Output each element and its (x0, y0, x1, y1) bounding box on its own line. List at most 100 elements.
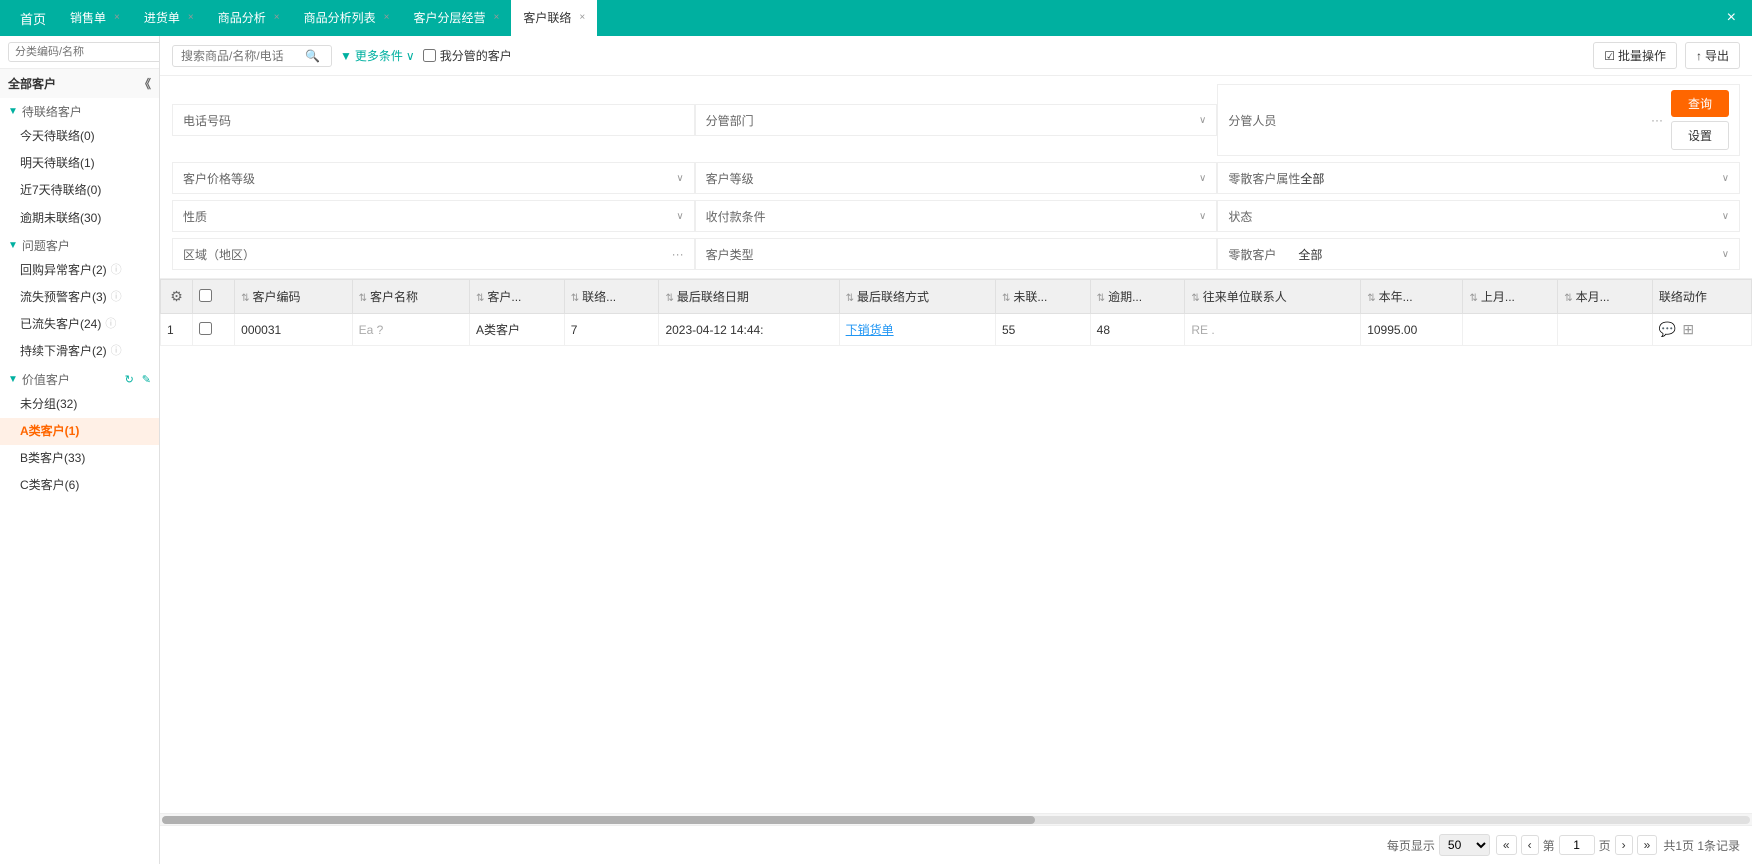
th-last-month[interactable]: ⇅上月... (1463, 280, 1558, 314)
more-icon-region[interactable]: ··· (672, 247, 684, 261)
sidebar-group-value-label: 价值客户 (22, 371, 70, 388)
filter-label-phone: 电话号码 (183, 112, 253, 129)
prev-page-button[interactable]: ‹ (1521, 835, 1539, 855)
data-table: ⚙ ⇅客户编码 ⇅客户名称 ⇅客户... (160, 279, 1752, 346)
sidebar-item-ungroup[interactable]: 未分组(32) (0, 391, 159, 418)
settings-gear-icon[interactable]: ⚙ (170, 288, 183, 304)
nav-tab-sales[interactable]: 销售单 × (58, 0, 132, 36)
row-checkbox[interactable] (199, 322, 212, 335)
page-input[interactable] (1559, 835, 1595, 855)
batch-op-button[interactable]: ☑ 批量操作 (1593, 42, 1677, 69)
export-button[interactable]: ↑ 导出 (1685, 42, 1740, 69)
filter-more-button[interactable]: ▼ 更多条件 ∨ (340, 47, 415, 64)
tab-close-customer-contact[interactable]: × (579, 0, 585, 36)
th-name[interactable]: ⇅客户名称 (352, 280, 469, 314)
info-icon-abnormal: ⓘ (111, 262, 122, 280)
sidebar-search-input[interactable] (8, 42, 160, 62)
sidebar-item-abnormal[interactable]: 回购异常客户(2) ⓘ (0, 257, 159, 284)
th-last-method[interactable]: ⇅最后联络方式 (839, 280, 995, 314)
chevron-down-icon-scattered: ∨ (1722, 249, 1729, 260)
sidebar-collapse-icon[interactable]: 《 (139, 75, 151, 92)
th-this-year[interactable]: ⇅本年... (1361, 280, 1463, 314)
filter-cell-dept[interactable]: 分管部门 ∨ (695, 104, 1218, 136)
th-settings[interactable]: ⚙ (161, 280, 193, 314)
sidebar-item-c-class[interactable]: C类客户(6) (0, 472, 159, 499)
td-unit-contact: RE . (1185, 314, 1361, 346)
sidebar-group-value-triangle: ▼ (8, 374, 18, 385)
tab-close-purchase[interactable]: × (188, 0, 194, 36)
th-this-month[interactable]: ⇅本月... (1558, 280, 1653, 314)
select-all-checkbox[interactable] (199, 289, 212, 302)
next-page-button[interactable]: › (1615, 835, 1633, 855)
td-overdue: 48 (1090, 314, 1185, 346)
last-page-button[interactable]: » (1637, 835, 1658, 855)
filter-cell-scattered[interactable]: 零散客户 全部 ∨ (1217, 238, 1740, 270)
filter-cell-customer-level[interactable]: 客户等级 ∨ (695, 162, 1218, 194)
filter-search-input[interactable] (181, 49, 301, 63)
sidebar-item-today[interactable]: 今天待联络(0) (0, 123, 159, 150)
sidebar-group-problem: ▼ 问题客户 (0, 232, 159, 257)
chevron-down-icon-dept: ∨ (1199, 115, 1206, 126)
nav-tab-customer-segment[interactable]: 客户分层经营 × (401, 0, 511, 36)
filter-cell-payment[interactable]: 收付款条件 ∨ (695, 200, 1218, 232)
more-icon-manager[interactable]: ··· (1651, 113, 1663, 127)
sidebar-item-declining[interactable]: 持续下滑客户(2) ⓘ (0, 338, 159, 365)
th-not-contacted[interactable]: ⇅未联... (995, 280, 1090, 314)
th-overdue[interactable]: ⇅逾期... (1090, 280, 1185, 314)
tab-close-customer-segment[interactable]: × (493, 0, 499, 36)
nav-tab-analysis-list[interactable]: 商品分析列表 × (292, 0, 402, 36)
th-code[interactable]: ⇅客户编码 (235, 280, 352, 314)
sidebar-search-area: 🔍 (0, 36, 159, 69)
info-icon-lost: ⓘ (105, 316, 116, 334)
nav-tab-analysis[interactable]: 商品分析 × (206, 0, 292, 36)
sidebar-item-b-class[interactable]: B类客户(33) (0, 445, 159, 472)
sidebar-item-7days[interactable]: 近7天待联络(0) (0, 177, 159, 204)
last-method-link[interactable]: 下销货单 (846, 323, 894, 337)
sidebar-item-warning[interactable]: 流失预警客户(3) ⓘ (0, 284, 159, 311)
grid-icon[interactable]: ⊞ (1682, 321, 1694, 338)
main-layout: 🔍 全部客户 《 ▼ 待联络客户 今天待联络(0) 明天待联络(1) 近7天待联… (0, 36, 1752, 864)
sidebar-item-overdue[interactable]: 逾期未联络(30) (0, 205, 159, 232)
query-button[interactable]: 查询 (1671, 90, 1729, 117)
sidebar-item-lost[interactable]: 已流失客户(24) ⓘ (0, 311, 159, 338)
per-page-select[interactable]: 50 100 200 (1439, 834, 1490, 856)
tab-close-sales[interactable]: × (114, 0, 120, 36)
nav-tab-purchase[interactable]: 进货单 × (132, 0, 206, 36)
first-page-button[interactable]: « (1496, 835, 1517, 855)
top-nav: 首页 销售单 × 进货单 × 商品分析 × 商品分析列表 × 客户分层经营 × … (0, 0, 1752, 36)
sidebar-edit-icon[interactable]: ✎ (142, 373, 151, 386)
sidebar-refresh-icon[interactable]: ↻ (125, 373, 134, 386)
filter-search-icon[interactable]: 🔍 (305, 49, 320, 63)
setting-button[interactable]: 设置 (1671, 121, 1729, 150)
td-checkbox (193, 314, 235, 346)
th-level[interactable]: ⇅客户... (470, 280, 565, 314)
tab-close-analysis-list[interactable]: × (384, 0, 390, 36)
sort-icon-last-method: ⇅ (846, 293, 854, 304)
sidebar-all-customers-header: 全部客户 《 (0, 69, 159, 98)
th-unit-contact[interactable]: ⇅往来单位联系人 (1185, 280, 1361, 314)
nav-home[interactable]: 首页 (8, 9, 58, 28)
sidebar-item-a-class[interactable]: A类客户(1) (0, 418, 159, 445)
td-code: 000031 (235, 314, 352, 346)
chevron-down-icon: ∨ (406, 49, 415, 63)
filter-row-3: 性质 ∨ 收付款条件 ∨ 状态 ∨ (172, 200, 1740, 232)
filter-cell-nature[interactable]: 性质 ∨ (172, 200, 695, 232)
info-icon-warning: ⓘ (111, 289, 122, 307)
filter-cell-price-level[interactable]: 客户价格等级 ∨ (172, 162, 695, 194)
horizontal-scrollbar[interactable] (160, 813, 1752, 825)
sidebar-item-tomorrow[interactable]: 明天待联络(1) (0, 150, 159, 177)
filter-cell-status[interactable]: 状态 ∨ (1217, 200, 1740, 232)
th-last-date[interactable]: ⇅最后联络日期 (659, 280, 839, 314)
filter-cell-phone: 电话号码 (172, 104, 695, 136)
th-contact[interactable]: ⇅联络... (564, 280, 659, 314)
filter-row-4: 区域（地区） ··· 客户类型 零散客户 全部 ∨ (172, 238, 1740, 270)
global-close-button[interactable]: × (1719, 9, 1744, 27)
filter-cell-scattered-attr[interactable]: 零散客户属性 全部 ∨ (1217, 162, 1740, 194)
filter-label-manager: 分管人员 (1228, 112, 1298, 129)
nav-tab-customer-contact[interactable]: 客户联络 × (511, 0, 597, 36)
per-page-label: 每页显示 (1387, 837, 1435, 854)
tab-close-analysis[interactable]: × (274, 0, 280, 36)
my-customers-checkbox[interactable] (423, 49, 436, 62)
chat-icon[interactable]: 💬 (1659, 321, 1676, 338)
scrollbar-thumb[interactable] (162, 816, 1035, 824)
